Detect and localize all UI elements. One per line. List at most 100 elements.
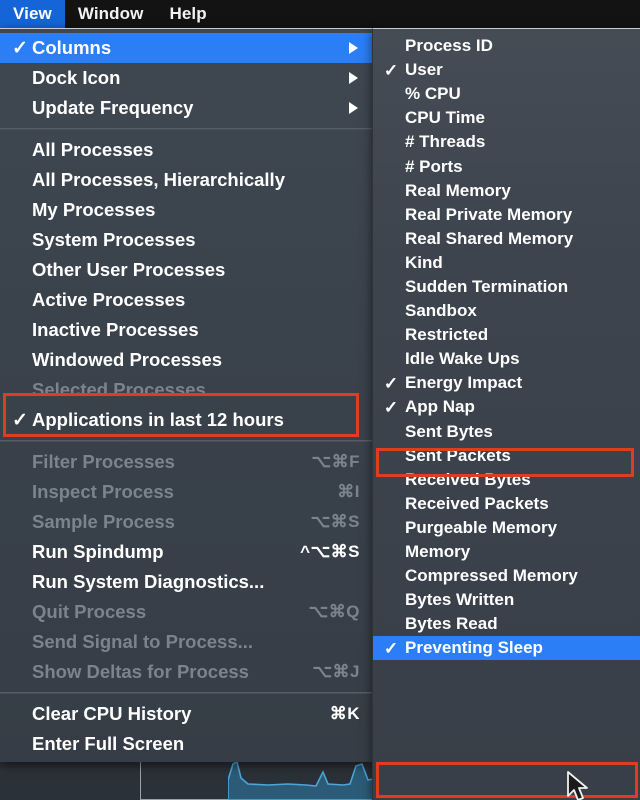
column-item-real-shared-memory[interactable]: Real Shared Memory: [373, 227, 640, 251]
menu-item-label: Run Spindump: [32, 541, 164, 562]
column-item-compressed-memory[interactable]: Compressed Memory: [373, 564, 640, 588]
menu-separator: [0, 128, 372, 130]
menu-item-label: Columns: [32, 37, 112, 58]
checkmark-icon: ✓: [12, 409, 28, 431]
menu-item-label: Selected Processes: [32, 379, 206, 400]
column-item-sudden-termination[interactable]: Sudden Termination: [373, 275, 640, 299]
menu-item-label: Inspect Process: [32, 481, 174, 502]
checkmark-icon: ✓: [383, 373, 399, 393]
column-item-cpu[interactable]: % CPU: [373, 82, 640, 106]
view-menu-item-update-frequency[interactable]: Update Frequency: [0, 93, 372, 123]
menu-item-label: Enter Full Screen: [32, 733, 185, 754]
view-menu-item-all-processes[interactable]: All Processes: [0, 135, 372, 165]
view-menu-item-dock-icon[interactable]: Dock Icon: [0, 63, 372, 93]
menu-item-label: Preventing Sleep: [405, 638, 543, 658]
menu-item-label: Bytes Read: [405, 614, 498, 634]
menu-item-label: System Processes: [32, 229, 196, 250]
menu-item-label: All Processes, Hierarchically: [32, 169, 285, 190]
view-menu-item-inactive-processes[interactable]: Inactive Processes: [0, 315, 372, 345]
column-item-real-memory[interactable]: Real Memory: [373, 179, 640, 203]
menubar-item-view[interactable]: View: [0, 0, 65, 28]
checkmark-icon: ✓: [12, 37, 28, 59]
menu-separator: [0, 440, 372, 442]
view-menu-item-filter-processes: Filter Processes ⌥⌘F: [0, 447, 372, 477]
menu-item-label: Sent Bytes: [405, 421, 493, 441]
menu-item-label: My Processes: [32, 199, 156, 220]
view-menu-item-columns[interactable]: ✓ Columns: [0, 33, 372, 63]
column-item-ports[interactable]: # Ports: [373, 154, 640, 178]
menu-item-label: Energy Impact: [405, 373, 523, 393]
menubar-item-window[interactable]: Window: [65, 0, 157, 28]
column-item-sent-bytes[interactable]: Sent Bytes: [373, 420, 640, 444]
menu-item-label: Memory: [405, 542, 471, 562]
menu-item-label: Process ID: [405, 36, 493, 56]
view-menu-item-selected-processes: Selected Processes: [0, 375, 372, 405]
menubar-item-window-label: Window: [77, 4, 144, 23]
column-item-process-id[interactable]: Process ID: [373, 34, 640, 58]
column-item-restricted[interactable]: Restricted: [373, 323, 640, 347]
menubar-item-help[interactable]: Help: [156, 0, 219, 28]
menu-item-label: % CPU: [405, 84, 461, 104]
submenu-arrow-icon: [349, 42, 358, 54]
view-menu-item-windowed-processes[interactable]: Windowed Processes: [0, 345, 372, 375]
menu-item-label: User: [405, 60, 443, 80]
menu-item-label: Restricted: [405, 325, 489, 345]
menu-item-label: Quit Process: [32, 601, 147, 622]
menu-item-label: Sample Process: [32, 511, 175, 532]
column-item-idle-wake-ups[interactable]: Idle Wake Ups: [373, 347, 640, 371]
view-menu-item-active-processes[interactable]: Active Processes: [0, 285, 372, 315]
column-item-bytes-written[interactable]: Bytes Written: [373, 588, 640, 612]
column-item-cpu-time[interactable]: CPU Time: [373, 106, 640, 130]
column-item-bytes-read[interactable]: Bytes Read: [373, 612, 640, 636]
menu-item-label: Sent Packets: [405, 445, 511, 465]
view-menu-item-send-signal-to-process: Send Signal to Process...: [0, 627, 372, 657]
menu-item-shortcut: ⌥⌘S: [310, 512, 360, 531]
view-menu-item-show-deltas-for-process: Show Deltas for Process ⌥⌘J: [0, 657, 372, 687]
menu-item-label: Real Private Memory: [405, 204, 573, 224]
view-menu-item-applications-in-last-12-hours[interactable]: ✓ Applications in last 12 hours: [0, 405, 372, 435]
view-menu-item-enter-full-screen[interactable]: Enter Full Screen: [0, 729, 372, 759]
column-item-kind[interactable]: Kind: [373, 251, 640, 275]
view-menu-item-other-user-processes[interactable]: Other User Processes: [0, 255, 372, 285]
view-menu-item-clear-cpu-history[interactable]: Clear CPU History ⌘K: [0, 699, 372, 729]
menu-item-label: Clear CPU History: [32, 703, 192, 724]
column-item-purgeable-memory[interactable]: Purgeable Memory: [373, 516, 640, 540]
view-menu-item-my-processes[interactable]: My Processes: [0, 195, 372, 225]
column-item-sandbox[interactable]: Sandbox: [373, 299, 640, 323]
menu-item-label: Show Deltas for Process: [32, 661, 249, 682]
menu-item-label: Send Signal to Process...: [32, 631, 254, 652]
view-menu-item-run-spindump[interactable]: Run Spindump ^⌥⌘S: [0, 537, 372, 567]
menu-item-shortcut: ⌥⌘J: [312, 662, 360, 681]
columns-submenu: Process ID ✓ User % CPU CPU Time # Threads # P…: [372, 28, 640, 800]
view-menu-item-all-processes-hierarchically[interactable]: All Processes, Hierarchically: [0, 165, 372, 195]
column-item-preventing-sleep[interactable]: ✓ Preventing Sleep: [373, 636, 640, 661]
view-menu-item-sample-process: Sample Process ⌥⌘S: [0, 507, 372, 537]
checkmark-icon: ✓: [383, 60, 399, 80]
menu-item-label: Received Bytes: [405, 469, 531, 489]
column-item-memory[interactable]: Memory: [373, 540, 640, 564]
column-item-received-bytes[interactable]: Received Bytes: [373, 468, 640, 492]
column-item-energy-impact[interactable]: ✓ Energy Impact: [373, 371, 640, 395]
view-menu-item-system-processes[interactable]: System Processes: [0, 225, 372, 255]
menu-item-label: CPU Time: [405, 108, 485, 128]
column-item-received-packets[interactable]: Received Packets: [373, 492, 640, 516]
menu-item-label: Received Packets: [405, 493, 549, 513]
menu-item-label: Run System Diagnostics...: [32, 571, 265, 592]
column-item-threads[interactable]: # Threads: [373, 130, 640, 154]
menu-item-label: Filter Processes: [32, 451, 175, 472]
column-item-sent-packets[interactable]: Sent Packets: [373, 444, 640, 468]
column-item-real-private-memory[interactable]: Real Private Memory: [373, 203, 640, 227]
menu-item-label: Real Memory: [405, 180, 511, 200]
submenu-arrow-icon: [349, 102, 358, 114]
menu-item-label: All Processes: [32, 139, 154, 160]
menu-item-shortcut: ^⌥⌘S: [300, 542, 360, 561]
menu-item-label: App Nap: [405, 397, 475, 417]
view-menu-item-run-system-diagnostics[interactable]: Run System Diagnostics...: [0, 567, 372, 597]
menu-item-label: Real Shared Memory: [405, 228, 574, 248]
menu-item-label: Other User Processes: [32, 259, 226, 280]
menu-item-label: Update Frequency: [32, 97, 194, 118]
menu-item-label: Dock Icon: [32, 67, 121, 88]
column-item-app-nap[interactable]: ✓ App Nap: [373, 395, 640, 419]
menu-item-label: Applications in last 12 hours: [32, 409, 284, 430]
column-item-user[interactable]: ✓ User: [373, 58, 640, 82]
